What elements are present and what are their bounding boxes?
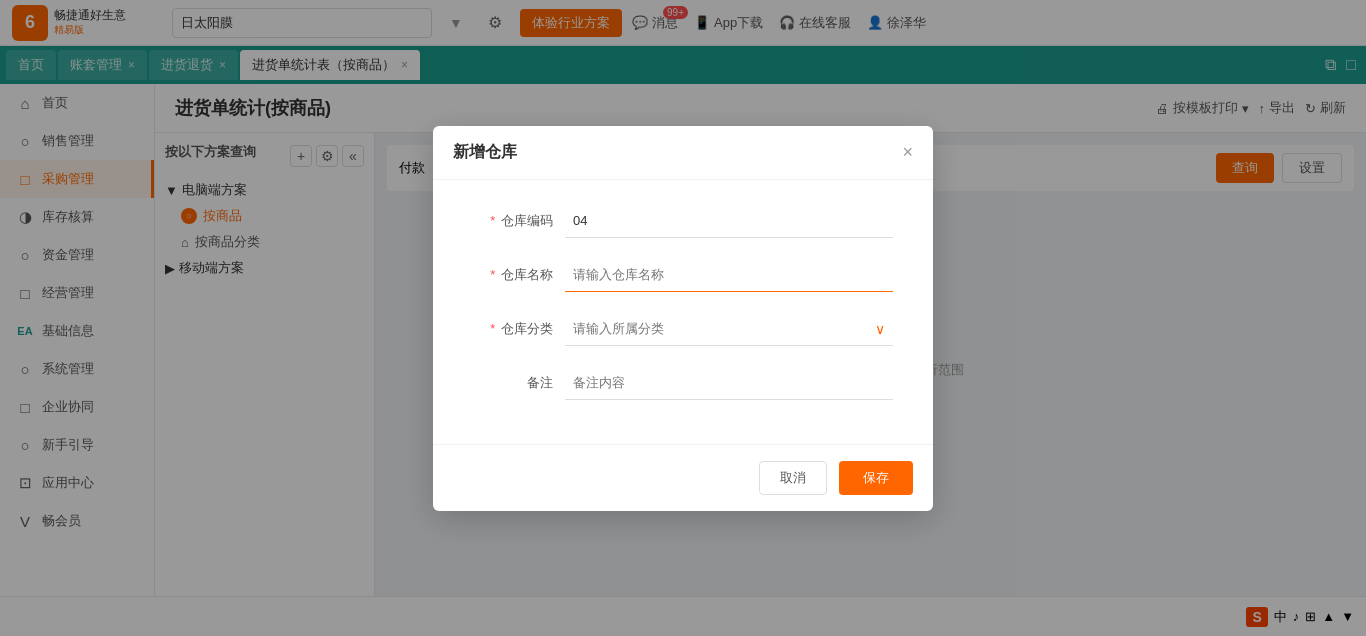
warehouse-category-input[interactable] [565,312,893,346]
modal-title: 新增仓库 [453,142,517,163]
modal-overlay: 新增仓库 × * 仓库编码 * 仓库名称 [0,0,1366,636]
form-row-name: * 仓库名称 [473,258,893,292]
category-label: * 仓库分类 [473,320,553,338]
warehouse-code-input[interactable] [565,204,893,238]
notes-label: 备注 [473,374,553,392]
code-required-mark: * [490,213,495,228]
modal-body: * 仓库编码 * 仓库名称 * 仓库分类 [433,180,933,444]
name-label: * 仓库名称 [473,266,553,284]
form-row-category: * 仓库分类 ∨ [473,312,893,346]
modal-new-warehouse: 新增仓库 × * 仓库编码 * 仓库名称 [433,126,933,511]
save-button[interactable]: 保存 [839,461,913,495]
cancel-button[interactable]: 取消 [759,461,827,495]
modal-header: 新增仓库 × [433,126,933,180]
form-row-code: * 仓库编码 [473,204,893,238]
name-required-mark: * [490,267,495,282]
warehouse-name-input[interactable] [565,258,893,292]
category-select-wrap: ∨ [565,312,893,346]
modal-close-button[interactable]: × [902,142,913,163]
notes-input[interactable] [565,366,893,400]
form-row-notes: 备注 [473,366,893,400]
category-required-mark: * [490,321,495,336]
modal-footer: 取消 保存 [433,444,933,511]
code-label: * 仓库编码 [473,212,553,230]
